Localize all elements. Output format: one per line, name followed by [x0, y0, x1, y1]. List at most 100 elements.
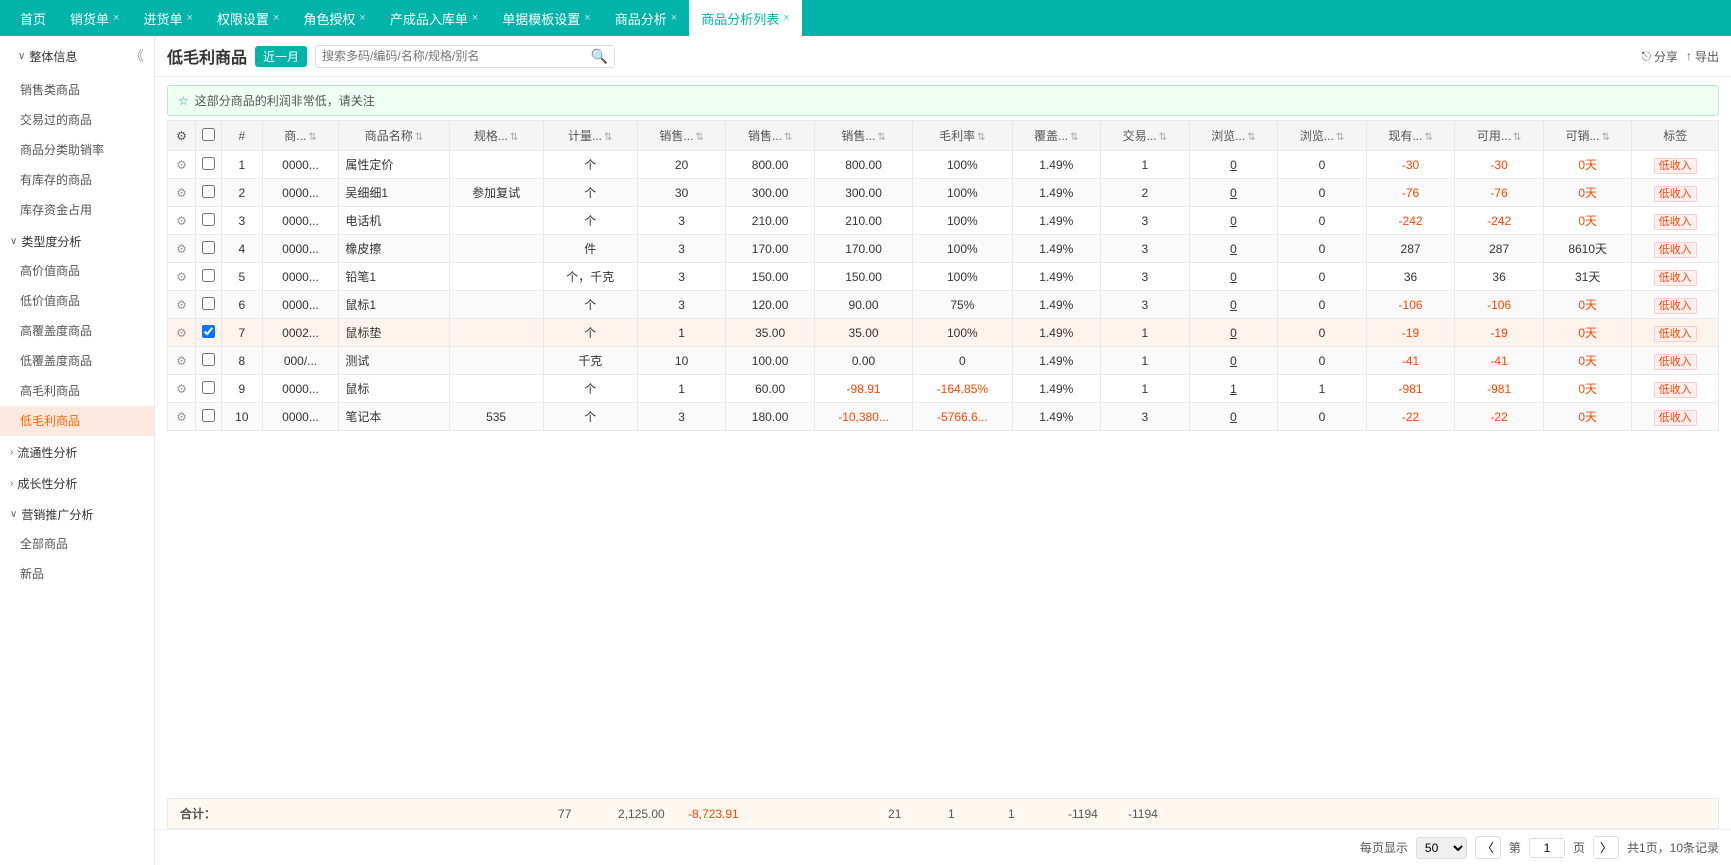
search-input[interactable] [322, 49, 591, 63]
close-role-icon[interactable]: × [359, 12, 365, 24]
checkbox-column-header[interactable] [196, 121, 222, 151]
nav-product-analysis[interactable]: 商品分析 × [603, 0, 689, 36]
export-button[interactable]: ↑ 导出 [1686, 48, 1719, 65]
row-checkbox[interactable] [196, 151, 222, 179]
page-size-select[interactable]: 50 100 200 [1416, 837, 1467, 859]
unit-column-header[interactable]: 计量...⇅ [543, 121, 637, 151]
gross-rate-column-header[interactable]: 毛利率⇅ [913, 121, 1012, 151]
row-settings[interactable]: ⚙ [168, 347, 196, 375]
row-view1[interactable]: 0 [1189, 235, 1278, 263]
close-sales-order-icon[interactable]: × [113, 12, 119, 24]
sidebar-item-new-goods[interactable]: 新品 [0, 559, 154, 589]
coverage-column-header[interactable]: 覆盖...⇅ [1012, 121, 1101, 151]
row-settings[interactable]: ⚙ [168, 151, 196, 179]
row-settings[interactable]: ⚙ [168, 235, 196, 263]
row-settings[interactable]: ⚙ [168, 375, 196, 403]
close-permission-icon[interactable]: × [273, 12, 279, 24]
sales-price-column-header[interactable]: 销售...⇅ [726, 121, 815, 151]
sidebar-item-traded-goods[interactable]: 交易过的商品 [0, 105, 154, 135]
close-analysis-list-icon[interactable]: × [783, 12, 789, 24]
sidebar-item-low-margin[interactable]: 低毛利商品 [0, 406, 154, 436]
row-saleable: 0天 [1543, 151, 1632, 179]
row-view1[interactable]: 0 [1189, 207, 1278, 235]
sidebar-collapse-button[interactable]: 《 [128, 44, 146, 68]
view1-column-header[interactable]: 浏览...⇅ [1189, 121, 1278, 151]
table-row: ⚙ 5 0000... 铅笔1 个，千克 3 150.00 150.00 100… [168, 263, 1719, 291]
row-view1[interactable]: 0 [1189, 319, 1278, 347]
sidebar-group-overall[interactable]: ∨ 整体信息 [8, 40, 87, 71]
row-checkbox[interactable] [196, 207, 222, 235]
row-view1[interactable]: 1 [1189, 375, 1278, 403]
prev-page-button[interactable]: 〈 [1475, 836, 1501, 859]
nav-home[interactable]: 首页 [8, 0, 58, 36]
row-checkbox[interactable] [196, 291, 222, 319]
close-template-icon[interactable]: × [584, 12, 590, 24]
select-all-checkbox[interactable] [202, 128, 215, 141]
share-button[interactable]: ⎋ 分享 [1641, 48, 1678, 65]
row-index: 7 [222, 319, 263, 347]
current-column-header[interactable]: 现有...⇅ [1366, 121, 1455, 151]
row-checkbox[interactable] [196, 179, 222, 207]
sales-amount-column-header[interactable]: 销售...⇅ [814, 121, 912, 151]
row-view1[interactable]: 0 [1189, 291, 1278, 319]
spec-column-header[interactable]: 规格...⇅ [449, 121, 543, 151]
row-settings[interactable]: ⚙ [168, 179, 196, 207]
sidebar-item-category-rate[interactable]: 商品分类助销率 [0, 135, 154, 165]
nav-permission-settings[interactable]: 权限设置 × [205, 0, 291, 36]
row-checkbox[interactable] [196, 347, 222, 375]
row-view1[interactable]: 0 [1189, 403, 1278, 431]
row-view1[interactable]: 0 [1189, 151, 1278, 179]
sidebar-group-growth[interactable]: › 成长性分析 [0, 467, 154, 498]
sidebar-item-low-coverage[interactable]: 低覆盖度商品 [0, 346, 154, 376]
table-footer: 合计： 77 2,125.00 -8,723.91 21 1 1 -1194 -… [167, 798, 1719, 829]
sidebar-group-circulation[interactable]: › 流通性分析 [0, 436, 154, 467]
row-current: -76 [1366, 179, 1455, 207]
sidebar-item-high-margin[interactable]: 高毛利商品 [0, 376, 154, 406]
table-container[interactable]: ⚙ # 商...⇅ 商品名称⇅ 规格...⇅ 计量...⇅ 销售...⇅ 销售.… [155, 120, 1731, 798]
row-settings[interactable]: ⚙ [168, 291, 196, 319]
row-checkbox[interactable] [196, 403, 222, 431]
nav-product-analysis-list[interactable]: 商品分析列表 × [689, 0, 801, 36]
sidebar-item-low-value[interactable]: 低价值商品 [0, 286, 154, 316]
sidebar-item-high-value[interactable]: 高价值商品 [0, 256, 154, 286]
sidebar-item-stock-capital[interactable]: 库存资金占用 [0, 195, 154, 225]
row-checkbox[interactable] [196, 235, 222, 263]
row-settings[interactable]: ⚙ [168, 403, 196, 431]
row-checkbox[interactable] [196, 319, 222, 347]
name-column-header[interactable]: 商品名称⇅ [339, 121, 449, 151]
view2-column-header[interactable]: 浏览...⇅ [1278, 121, 1367, 151]
row-checkbox[interactable] [196, 263, 222, 291]
row-view1[interactable]: 0 [1189, 263, 1278, 291]
close-product-analysis-icon[interactable]: × [671, 12, 677, 24]
row-settings[interactable]: ⚙ [168, 207, 196, 235]
sidebar-group-type-analysis[interactable]: ∨ 类型度分析 [0, 225, 154, 256]
sidebar-group-marketing[interactable]: ∨ 营销推广分析 [0, 498, 154, 529]
saleable-column-header[interactable]: 可销...⇅ [1543, 121, 1632, 151]
row-current: -19 [1366, 319, 1455, 347]
nav-role-auth[interactable]: 角色授权 × [291, 0, 377, 36]
period-button[interactable]: 近一月 [255, 46, 307, 67]
close-purchase-order-icon[interactable]: × [186, 12, 192, 24]
next-page-button[interactable]: 〉 [1593, 836, 1619, 859]
page-number-input[interactable] [1529, 838, 1565, 858]
sidebar-item-all-goods[interactable]: 全部商品 [0, 529, 154, 559]
nav-template-settings[interactable]: 单据模板设置 × [490, 0, 602, 36]
search-icon[interactable]: 🔍 [591, 48, 608, 65]
available-column-header[interactable]: 可用...⇅ [1455, 121, 1544, 151]
nav-purchase-order[interactable]: 进货单 × [131, 0, 204, 36]
nav-finished-goods[interactable]: 产成品入库单 × [378, 0, 490, 36]
sales-qty-column-header[interactable]: 销售...⇅ [637, 121, 726, 151]
nav-sales-order[interactable]: 销货单 × [58, 0, 131, 36]
row-settings[interactable]: ⚙ [168, 319, 196, 347]
row-view1[interactable]: 0 [1189, 179, 1278, 207]
row-settings[interactable]: ⚙ [168, 263, 196, 291]
sidebar-item-in-stock-goods[interactable]: 有库存的商品 [0, 165, 154, 195]
deal-column-header[interactable]: 交易...⇅ [1101, 121, 1190, 151]
sidebar-item-sales-goods[interactable]: 销售类商品 [0, 75, 154, 105]
sidebar-item-high-coverage[interactable]: 高覆盖度商品 [0, 316, 154, 346]
row-checkbox[interactable] [196, 375, 222, 403]
settings-column-header[interactable]: ⚙ [168, 121, 196, 151]
code-column-header[interactable]: 商...⇅ [262, 121, 339, 151]
close-finished-goods-icon[interactable]: × [472, 12, 478, 24]
row-view1[interactable]: 0 [1189, 347, 1278, 375]
